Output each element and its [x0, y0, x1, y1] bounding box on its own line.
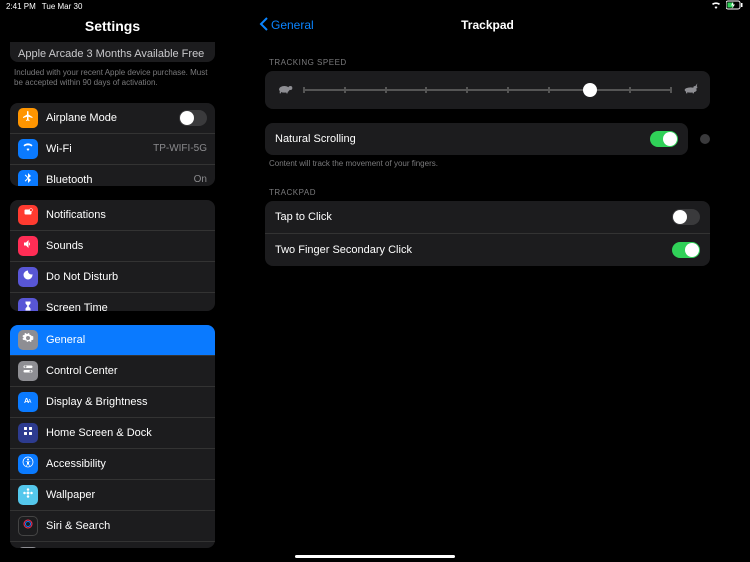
display-label: Display & Brightness	[46, 396, 207, 408]
hare-icon	[682, 81, 698, 99]
tap-to-click-row[interactable]: Tap to Click	[265, 201, 710, 234]
sidebar-item-home-screen[interactable]: Home Screen & Dock	[10, 418, 215, 449]
sidebar-item-control-center[interactable]: Control Center	[10, 356, 215, 387]
status-date: Tue Mar 30	[42, 2, 83, 11]
airplane-icon	[22, 109, 34, 127]
tap-to-click-label: Tap to Click	[275, 211, 672, 223]
tortoise-icon	[277, 81, 293, 99]
settings-sidebar: Settings Apple Arcade 3 Months Available…	[0, 12, 225, 562]
slider-thumb[interactable]	[583, 83, 597, 97]
sidebar-item-siri[interactable]: Siri & Search	[10, 511, 215, 542]
sidebar-item-wallpaper[interactable]: Wallpaper	[10, 480, 215, 511]
natural-scrolling-row[interactable]: Natural Scrolling	[265, 123, 688, 155]
home-indicator[interactable]	[295, 555, 455, 558]
sidebar-item-bluetooth[interactable]: Bluetooth On	[10, 165, 215, 186]
control-center-label: Control Center	[46, 365, 207, 377]
sidebar-item-accessibility[interactable]: Accessibility	[10, 449, 215, 480]
grid-icon	[22, 424, 34, 442]
sounds-label: Sounds	[46, 240, 207, 252]
bluetooth-label: Bluetooth	[46, 174, 186, 186]
hourglass-icon	[22, 299, 34, 311]
sidebar-item-screentime[interactable]: Screen Time	[10, 293, 215, 311]
tracking-speed-slider[interactable]	[265, 71, 710, 109]
airplane-label: Airplane Mode	[46, 112, 171, 124]
notifications-label: Notifications	[46, 209, 207, 221]
two-finger-click-row[interactable]: Two Finger Secondary Click	[265, 234, 710, 266]
accessibility-icon	[22, 455, 34, 473]
two-finger-click-label: Two Finger Secondary Click	[275, 244, 672, 256]
wifi-value: TP-WIFI-5G	[153, 143, 207, 154]
dnd-label: Do Not Disturb	[46, 271, 207, 283]
arcade-note: Included with your recent Apple device p…	[14, 68, 211, 89]
sidebar-title: Settings	[0, 12, 225, 42]
airplane-switch[interactable]	[179, 110, 207, 126]
home-screen-label: Home Screen & Dock	[46, 427, 207, 439]
status-bar: 2:41 PM Tue Mar 30	[0, 0, 750, 12]
natural-scrolling-switch[interactable]	[650, 131, 678, 147]
sidebar-item-wifi[interactable]: Wi-Fi TP-WIFI-5G	[10, 134, 215, 165]
sidebar-item-general[interactable]: General	[10, 325, 215, 356]
row-indicator-dot	[700, 134, 710, 144]
back-label: General	[271, 18, 314, 32]
flower-icon	[22, 486, 34, 504]
accessibility-label: Accessibility	[46, 458, 207, 470]
bluetooth-value: On	[194, 174, 207, 185]
chevron-left-icon	[259, 17, 269, 34]
detail-pane: General Trackpad TRACKING SPEED Natural	[225, 12, 750, 562]
natural-scrolling-footer: Content will track the movement of your …	[269, 159, 706, 168]
bluetooth-icon	[22, 171, 34, 186]
arcade-promo[interactable]: Apple Arcade 3 Months Available Free	[10, 42, 215, 62]
battery-icon	[726, 0, 744, 12]
sidebar-item-display[interactable]: AA Display & Brightness	[10, 387, 215, 418]
display-icon: AA	[22, 393, 34, 411]
tap-to-click-switch[interactable]	[672, 209, 700, 225]
general-label: General	[46, 334, 207, 346]
tracking-speed-header: TRACKING SPEED	[269, 58, 706, 67]
siri-label: Siri & Search	[46, 520, 207, 532]
sidebar-item-dnd[interactable]: Do Not Disturb	[10, 262, 215, 293]
two-finger-click-switch[interactable]	[672, 242, 700, 258]
bell-icon	[22, 206, 34, 224]
page-title: Trackpad	[461, 18, 514, 32]
screentime-label: Screen Time	[46, 302, 207, 311]
toggles-icon	[22, 362, 34, 380]
wallpaper-label: Wallpaper	[46, 489, 207, 501]
sidebar-item-pencil[interactable]: Apple Pencil	[10, 542, 215, 548]
moon-icon	[22, 268, 34, 286]
gear-icon	[22, 331, 34, 349]
siri-icon	[22, 517, 34, 535]
back-button[interactable]: General	[259, 17, 314, 34]
wifi-icon	[22, 140, 34, 158]
natural-scrolling-label: Natural Scrolling	[275, 133, 650, 145]
sidebar-item-notifications[interactable]: Notifications	[10, 200, 215, 231]
svg-text:A: A	[28, 399, 32, 405]
wifi-label: Wi-Fi	[46, 143, 145, 155]
trackpad-header: TRACKPAD	[269, 188, 706, 197]
sidebar-item-sounds[interactable]: Sounds	[10, 231, 215, 262]
sidebar-item-airplane[interactable]: Airplane Mode	[10, 103, 215, 134]
status-time: 2:41 PM	[6, 2, 36, 11]
speaker-icon	[22, 237, 34, 255]
